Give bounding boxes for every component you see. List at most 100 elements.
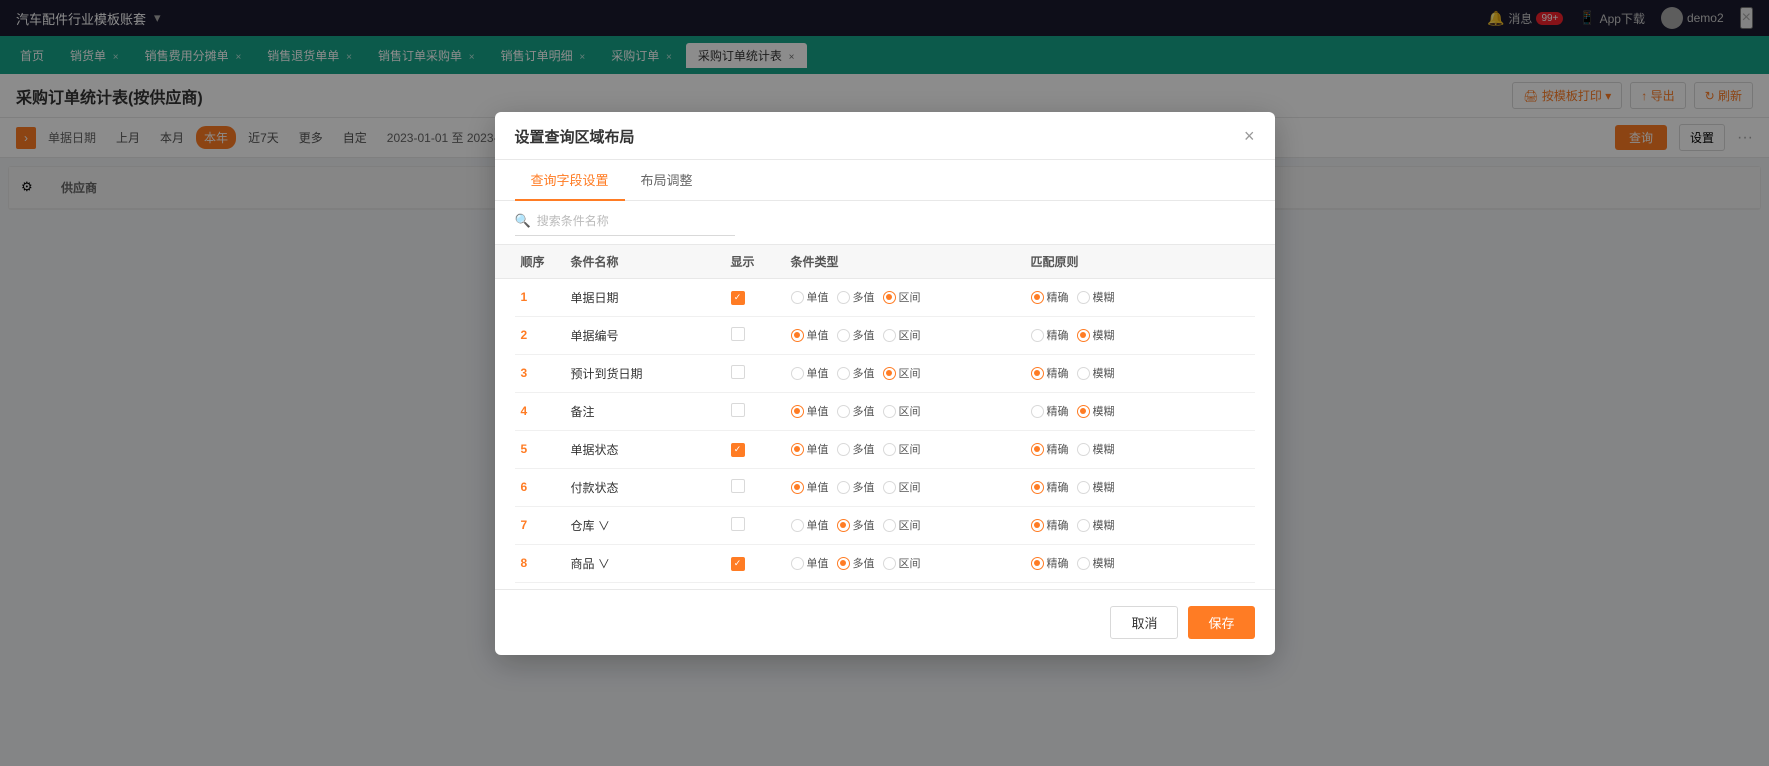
radio-type-multi-4[interactable]: 多值	[837, 441, 875, 457]
row-condition-type-1: 单值多值区间	[785, 321, 1025, 349]
radio-match-fuzzy-6[interactable]: 模糊	[1077, 517, 1115, 533]
radio-match-exact-7[interactable]: 精确	[1031, 555, 1069, 571]
radio-type-single-7[interactable]: 单值	[791, 555, 829, 571]
row-display-5[interactable]	[725, 473, 785, 502]
row-match-rule-3: 精确模糊	[1025, 397, 1225, 425]
table-row: 6付款状态单值多值区间精确模糊	[515, 469, 1255, 507]
row-display-1[interactable]	[725, 321, 785, 350]
row-order-1: 2	[515, 322, 565, 348]
modal-table-body: 1单据日期单值多值区间精确模糊2单据编号单值多值区间精确模糊3预计到货日期单值多…	[495, 279, 1275, 589]
checkbox-7[interactable]	[731, 557, 745, 571]
tab-layout-adjust[interactable]: 布局调整	[625, 160, 709, 201]
row-name-1: 单据编号	[565, 321, 725, 350]
radio-type-single-5[interactable]: 单值	[791, 479, 829, 495]
radio-type-multi-3[interactable]: 多值	[837, 403, 875, 419]
radio-type-single-6[interactable]: 单值	[791, 517, 829, 533]
radio-match-fuzzy-1[interactable]: 模糊	[1077, 327, 1115, 343]
radio-type-single-3[interactable]: 单值	[791, 403, 829, 419]
radio-circle-icon	[837, 291, 850, 304]
radio-match-fuzzy-5[interactable]: 模糊	[1077, 479, 1115, 495]
row-order-3: 4	[515, 398, 565, 424]
radio-type-range-1[interactable]: 区间	[883, 327, 921, 343]
modal-header: 设置查询区域布局 ×	[495, 112, 1275, 160]
settings-modal: 设置查询区域布局 × 查询字段设置 布局调整 🔍 顺序 条件名称 显示 条件类型…	[495, 112, 1275, 655]
checkbox-6[interactable]	[731, 517, 745, 531]
table-row: 8商品 ∨单值多值区间精确模糊	[515, 545, 1255, 583]
radio-circle-icon	[837, 519, 850, 532]
radio-type-range-6[interactable]: 区间	[883, 517, 921, 533]
row-condition-type-2: 单值多值区间	[785, 359, 1025, 387]
radio-type-range-3[interactable]: 区间	[883, 403, 921, 419]
row-order-2: 3	[515, 360, 565, 386]
checkbox-4[interactable]	[731, 443, 745, 457]
row-display-3[interactable]	[725, 397, 785, 426]
radio-match-circle-icon	[1077, 405, 1090, 418]
radio-match-fuzzy-0[interactable]: 模糊	[1077, 289, 1115, 305]
checkbox-0[interactable]	[731, 291, 745, 305]
cancel-button[interactable]: 取消	[1110, 606, 1178, 639]
row-match-rule-7: 精确模糊	[1025, 549, 1225, 577]
radio-circle-icon	[791, 405, 804, 418]
radio-type-single-2[interactable]: 单值	[791, 365, 829, 381]
radio-type-single-0[interactable]: 单值	[791, 289, 829, 305]
search-box: 🔍	[515, 213, 735, 236]
radio-circle-icon	[791, 443, 804, 456]
modal-title: 设置查询区域布局	[515, 126, 635, 147]
table-row: 1单据日期单值多值区间精确模糊	[515, 279, 1255, 317]
radio-type-multi-5[interactable]: 多值	[837, 479, 875, 495]
checkbox-5[interactable]	[731, 479, 745, 493]
row-match-rule-2: 精确模糊	[1025, 359, 1225, 387]
radio-match-fuzzy-7[interactable]: 模糊	[1077, 555, 1115, 571]
row-display-6[interactable]	[725, 511, 785, 540]
row-order-5: 6	[515, 474, 565, 500]
radio-type-single-1[interactable]: 单值	[791, 327, 829, 343]
radio-type-multi-2[interactable]: 多值	[837, 365, 875, 381]
radio-type-multi-0[interactable]: 多值	[837, 289, 875, 305]
row-display-2[interactable]	[725, 359, 785, 388]
radio-type-multi-6[interactable]: 多值	[837, 517, 875, 533]
radio-match-exact-6[interactable]: 精确	[1031, 517, 1069, 533]
radio-circle-icon	[837, 481, 850, 494]
radio-type-range-2[interactable]: 区间	[883, 365, 921, 381]
radio-match-fuzzy-4[interactable]: 模糊	[1077, 441, 1115, 457]
th-match-rule: 匹配原则	[1025, 245, 1225, 278]
radio-match-exact-4[interactable]: 精确	[1031, 441, 1069, 457]
row-display-4[interactable]	[725, 435, 785, 463]
checkbox-2[interactable]	[731, 365, 745, 379]
row-display-0[interactable]	[725, 283, 785, 311]
search-icon: 🔍	[515, 213, 531, 229]
radio-type-single-4[interactable]: 单值	[791, 441, 829, 457]
checkbox-1[interactable]	[731, 327, 745, 341]
radio-type-range-5[interactable]: 区间	[883, 479, 921, 495]
radio-match-circle-icon	[1031, 557, 1044, 570]
radio-type-multi-1[interactable]: 多值	[837, 327, 875, 343]
radio-type-multi-7[interactable]: 多值	[837, 555, 875, 571]
radio-type-range-0[interactable]: 区间	[883, 289, 921, 305]
radio-match-exact-5[interactable]: 精确	[1031, 479, 1069, 495]
radio-type-range-7[interactable]: 区间	[883, 555, 921, 571]
tab-query-fields[interactable]: 查询字段设置	[515, 160, 625, 201]
radio-circle-icon	[791, 519, 804, 532]
radio-type-range-4[interactable]: 区间	[883, 441, 921, 457]
radio-match-circle-icon	[1031, 443, 1044, 456]
row-match-rule-4: 精确模糊	[1025, 435, 1225, 463]
row-display-7[interactable]	[725, 549, 785, 577]
modal-close-button[interactable]: ×	[1244, 127, 1255, 145]
radio-circle-icon	[837, 329, 850, 342]
radio-match-exact-0[interactable]: 精确	[1031, 289, 1069, 305]
radio-circle-icon	[883, 367, 896, 380]
search-input[interactable]	[537, 214, 735, 228]
checkbox-3[interactable]	[731, 403, 745, 417]
radio-circle-icon	[883, 443, 896, 456]
radio-match-exact-3[interactable]: 精确	[1031, 403, 1069, 419]
table-row: 2单据编号单值多值区间精确模糊	[515, 317, 1255, 355]
radio-match-exact-1[interactable]: 精确	[1031, 327, 1069, 343]
radio-circle-icon	[791, 329, 804, 342]
radio-match-circle-icon	[1031, 329, 1044, 342]
modal-overlay: 设置查询区域布局 × 查询字段设置 布局调整 🔍 顺序 条件名称 显示 条件类型…	[0, 0, 1769, 766]
radio-match-circle-icon	[1077, 481, 1090, 494]
radio-match-fuzzy-3[interactable]: 模糊	[1077, 403, 1115, 419]
radio-match-exact-2[interactable]: 精确	[1031, 365, 1069, 381]
radio-match-fuzzy-2[interactable]: 模糊	[1077, 365, 1115, 381]
save-button[interactable]: 保存	[1188, 606, 1254, 639]
